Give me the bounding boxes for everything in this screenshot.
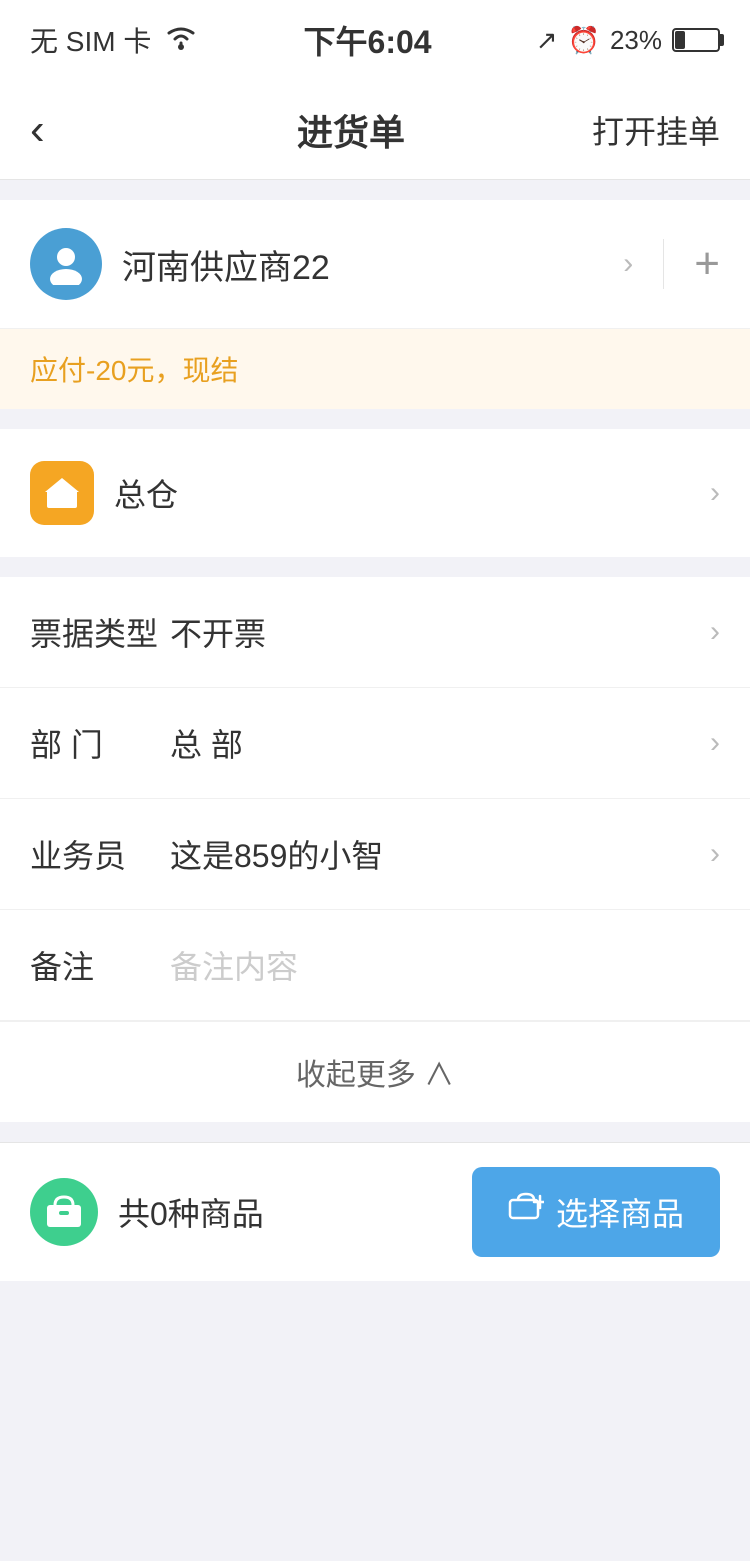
- vertical-divider: [663, 239, 664, 289]
- nav-bar: ‹ 进货单 打开挂单: [0, 80, 750, 180]
- salesperson-value: 这是859的小智: [170, 831, 710, 877]
- warehouse-row[interactable]: 总仓 ›: [0, 429, 750, 557]
- department-label: 部 门: [30, 720, 170, 766]
- cart-icon: [508, 1192, 544, 1224]
- divider-2: [0, 557, 750, 577]
- invoice-type-chevron-icon: ›: [710, 615, 720, 649]
- remark-placeholder[interactable]: 备注内容: [170, 942, 720, 988]
- select-product-label: 选择商品: [556, 1189, 684, 1235]
- bottom-bar: 共0种商品 选择商品: [0, 1142, 750, 1281]
- invoice-type-value: 不开票: [170, 609, 710, 655]
- salesperson-label: 业务员: [30, 831, 170, 877]
- product-icon: [43, 1193, 85, 1231]
- form-section: 票据类型 不开票 › 部 门 总 部 › 业务员 这是859的小智 › 备注 备…: [0, 577, 750, 1122]
- remark-row[interactable]: 备注 备注内容: [0, 910, 750, 1021]
- warehouse-icon-wrap: [30, 461, 94, 525]
- salesperson-row[interactable]: 业务员 这是859的小智 ›: [0, 799, 750, 910]
- select-product-icon: [508, 1192, 544, 1233]
- supplier-name: 河南供应商22: [122, 240, 623, 289]
- location-icon: ↗: [536, 25, 558, 56]
- warehouse-chevron-icon: ›: [710, 476, 720, 510]
- status-right: ↗ ⏰ 23%: [536, 25, 720, 56]
- department-value: 总 部: [170, 720, 710, 766]
- remark-label: 备注: [30, 942, 170, 988]
- add-supplier-button[interactable]: +: [694, 239, 720, 289]
- collapse-button[interactable]: 收起更多 ∧: [296, 1050, 454, 1094]
- carrier-label: 无 SIM 卡: [30, 20, 151, 60]
- supplier-section: 河南供应商22 › + 应付-20元，现结: [0, 200, 750, 409]
- status-bar: 无 SIM 卡 下午6:04 ↗ ⏰ 23%: [0, 0, 750, 80]
- supplier-chevron-icon: ›: [623, 247, 633, 281]
- status-left: 无 SIM 卡: [30, 20, 199, 60]
- salesperson-chevron-icon: ›: [710, 837, 720, 871]
- divider-3: [0, 1122, 750, 1142]
- open-pending-button[interactable]: 打开挂单: [592, 107, 720, 153]
- product-icon-wrap: [30, 1178, 98, 1246]
- supplier-row[interactable]: 河南供应商22 › +: [0, 200, 750, 329]
- battery-percent: 23%: [610, 25, 662, 56]
- department-chevron-icon: ›: [710, 726, 720, 760]
- warehouse-section: 总仓 ›: [0, 429, 750, 557]
- battery-icon: [672, 28, 720, 52]
- alarm-icon: ⏰: [568, 25, 600, 56]
- notice-row: 应付-20元，现结: [0, 329, 750, 409]
- wifi-icon: [163, 23, 199, 58]
- notice-text: 应付-20元，现结: [30, 355, 238, 386]
- time-display: 下午6:04: [304, 17, 432, 63]
- page-title: 进货单: [297, 104, 405, 156]
- divider-top: [0, 180, 750, 200]
- person-icon: [45, 243, 87, 285]
- warehouse-icon: [43, 474, 81, 512]
- divider-1: [0, 409, 750, 429]
- product-count-label: 共0种商品: [118, 1189, 472, 1235]
- department-row[interactable]: 部 门 总 部 ›: [0, 688, 750, 799]
- select-product-button[interactable]: 选择商品: [472, 1167, 720, 1257]
- invoice-type-label: 票据类型: [30, 609, 170, 655]
- back-button[interactable]: ‹: [30, 105, 110, 155]
- warehouse-label: 总仓: [114, 470, 694, 516]
- collapse-row[interactable]: 收起更多 ∧: [0, 1021, 750, 1122]
- invoice-type-row[interactable]: 票据类型 不开票 ›: [0, 577, 750, 688]
- supplier-avatar: [30, 228, 102, 300]
- gray-background: [0, 1281, 750, 1561]
